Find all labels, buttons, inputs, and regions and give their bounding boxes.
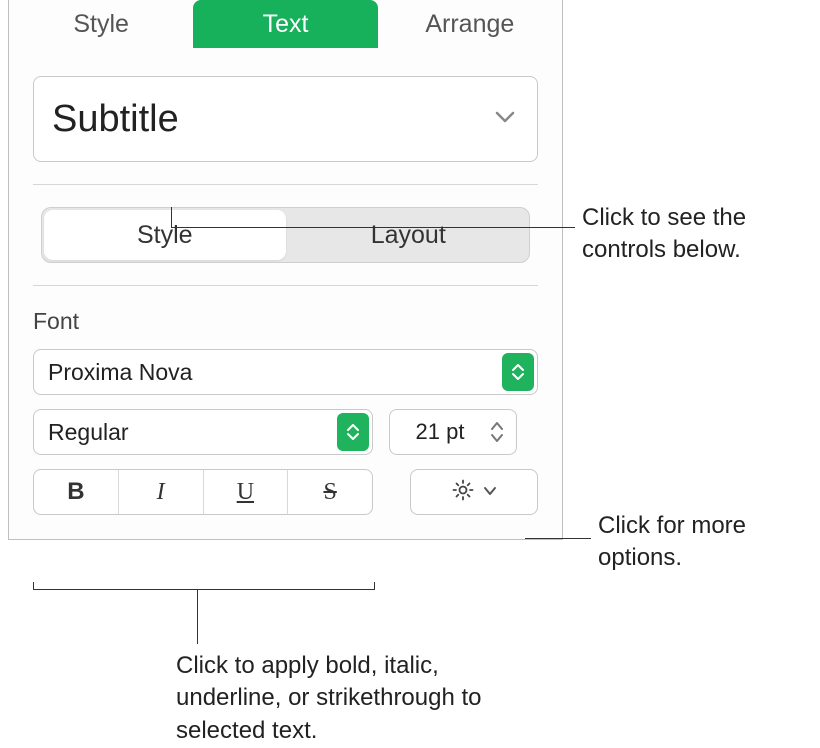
popup-arrows-icon	[337, 413, 369, 451]
tab-arrange[interactable]: Arrange	[378, 0, 562, 48]
leader-line	[197, 589, 198, 644]
font-size-value: 21 pt	[416, 419, 465, 445]
callout-more-options: Click for more options.	[598, 510, 808, 575]
divider	[33, 285, 538, 286]
leader-line	[525, 538, 591, 539]
font-family-select[interactable]: Proxima Nova	[33, 349, 538, 395]
font-weight-value: Regular	[48, 419, 129, 446]
chevron-down-icon	[483, 483, 497, 501]
popup-arrows-icon	[502, 353, 534, 391]
more-options-button[interactable]	[410, 469, 538, 515]
stepper-arrows-icon	[490, 412, 512, 452]
leader-line	[171, 227, 575, 228]
leader-line	[171, 207, 172, 227]
format-sidebar: Style Text Arrange Subtitle Style Layout…	[8, 0, 563, 540]
italic-button[interactable]: I	[119, 470, 204, 514]
gear-icon	[451, 478, 475, 507]
text-format-group: B I U S	[33, 469, 373, 515]
font-size-stepper[interactable]: 21 pt	[389, 409, 517, 455]
strikethrough-button[interactable]: S	[288, 470, 372, 514]
segment-layout[interactable]: Layout	[288, 208, 530, 262]
paragraph-style-label: Subtitle	[52, 98, 179, 141]
font-family-value: Proxima Nova	[48, 359, 192, 386]
divider	[33, 184, 538, 185]
leader-bracket	[33, 589, 375, 590]
leader-bracket	[374, 582, 375, 590]
tab-text[interactable]: Text	[193, 0, 377, 48]
segment-style[interactable]: Style	[44, 210, 286, 260]
callout-format-buttons: Click to apply bold, italic, underline, …	[176, 650, 536, 747]
top-tab-bar: Style Text Arrange	[9, 0, 562, 48]
font-section-label: Font	[33, 308, 538, 335]
callout-style-tab: Click to see the controls below.	[582, 202, 812, 267]
style-layout-segmented: Style Layout	[41, 207, 530, 263]
tab-style[interactable]: Style	[9, 0, 193, 48]
chevron-down-icon	[495, 110, 515, 128]
font-weight-select[interactable]: Regular	[33, 409, 373, 455]
paragraph-style-dropdown[interactable]: Subtitle	[33, 76, 538, 162]
leader-bracket	[33, 582, 34, 590]
bold-button[interactable]: B	[34, 470, 119, 514]
underline-button[interactable]: U	[204, 470, 289, 514]
